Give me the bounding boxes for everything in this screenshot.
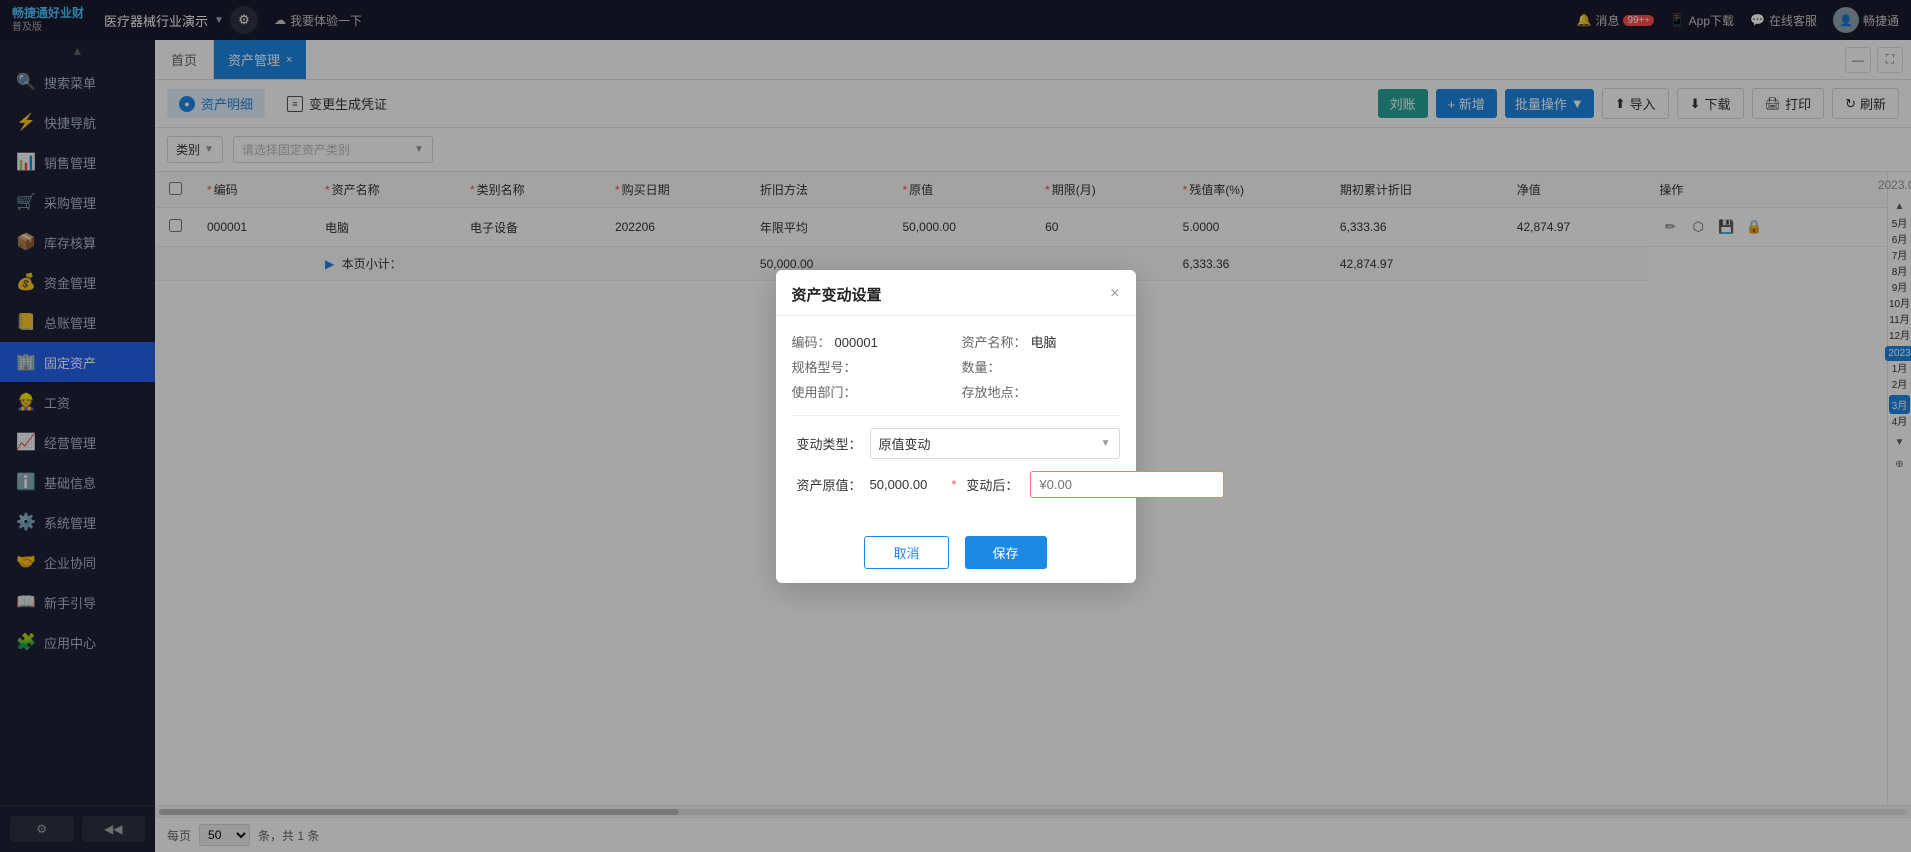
modal-code-value: 000001 bbox=[835, 335, 878, 350]
modal-dept-item: 使用部门： bbox=[792, 382, 950, 401]
modal-close-btn[interactable]: × bbox=[1110, 285, 1119, 303]
modal-footer: 取消 保存 bbox=[776, 526, 1136, 583]
modal-title: 资产变动设置 bbox=[792, 284, 882, 305]
modal-after-label: 变动后： bbox=[966, 475, 1018, 494]
modal-spec-item: 规格型号： bbox=[792, 357, 950, 376]
modal-save-btn[interactable]: 保存 bbox=[965, 536, 1047, 569]
modal-quantity-label: 数量： bbox=[962, 357, 1001, 376]
modal-original-value-label: 资产原值： bbox=[792, 475, 862, 494]
modal-dept-label: 使用部门： bbox=[792, 382, 857, 401]
modal-cancel-btn[interactable]: 取消 bbox=[864, 536, 948, 569]
modal-info-grid: 编码： 000001 资产名称： 电脑 规格型号： 数量： 使用部门： bbox=[792, 332, 1120, 401]
modal-after-input[interactable] bbox=[1030, 471, 1224, 498]
modal-value-row: 资产原值： 50,000.00 * 变动后： bbox=[792, 471, 1120, 498]
cancel-label: 取消 bbox=[893, 546, 919, 561]
save-label: 保存 bbox=[993, 546, 1019, 561]
modal-body: 编码： 000001 资产名称： 电脑 规格型号： 数量： 使用部门： bbox=[776, 316, 1136, 526]
modal-change-type-row: 变动类型： 原值变动 ▼ bbox=[792, 428, 1120, 459]
modal-header: 资产变动设置 × bbox=[776, 270, 1136, 316]
modal-name-label: 资产名称： bbox=[962, 332, 1027, 351]
modal-code-label: 编码： bbox=[792, 332, 831, 351]
modal-original-value-value: 50,000.00 bbox=[870, 477, 928, 492]
modal-change-type-label: 变动类型： bbox=[792, 434, 862, 453]
modal-name-value: 电脑 bbox=[1031, 332, 1057, 351]
modal-code-item: 编码： 000001 bbox=[792, 332, 950, 351]
modal-change-type-arrow: ▼ bbox=[1101, 438, 1111, 449]
modal-overlay[interactable]: 资产变动设置 × 编码： 000001 资产名称： 电脑 规格型号： 数量： bbox=[0, 0, 1911, 852]
modal-location-label: 存放地点： bbox=[962, 382, 1027, 401]
modal-change-type-value: 原值变动 bbox=[879, 434, 931, 453]
modal-quantity-item: 数量： bbox=[962, 357, 1120, 376]
modal-required-star: * bbox=[951, 477, 956, 492]
modal-change-type-field[interactable]: 原值变动 ▼ bbox=[870, 428, 1120, 459]
modal-location-item: 存放地点： bbox=[962, 382, 1120, 401]
modal-spec-label: 规格型号： bbox=[792, 357, 857, 376]
modal-name-item: 资产名称： 电脑 bbox=[962, 332, 1120, 351]
asset-change-modal: 资产变动设置 × 编码： 000001 资产名称： 电脑 规格型号： 数量： bbox=[776, 270, 1136, 583]
modal-divider bbox=[792, 415, 1120, 416]
